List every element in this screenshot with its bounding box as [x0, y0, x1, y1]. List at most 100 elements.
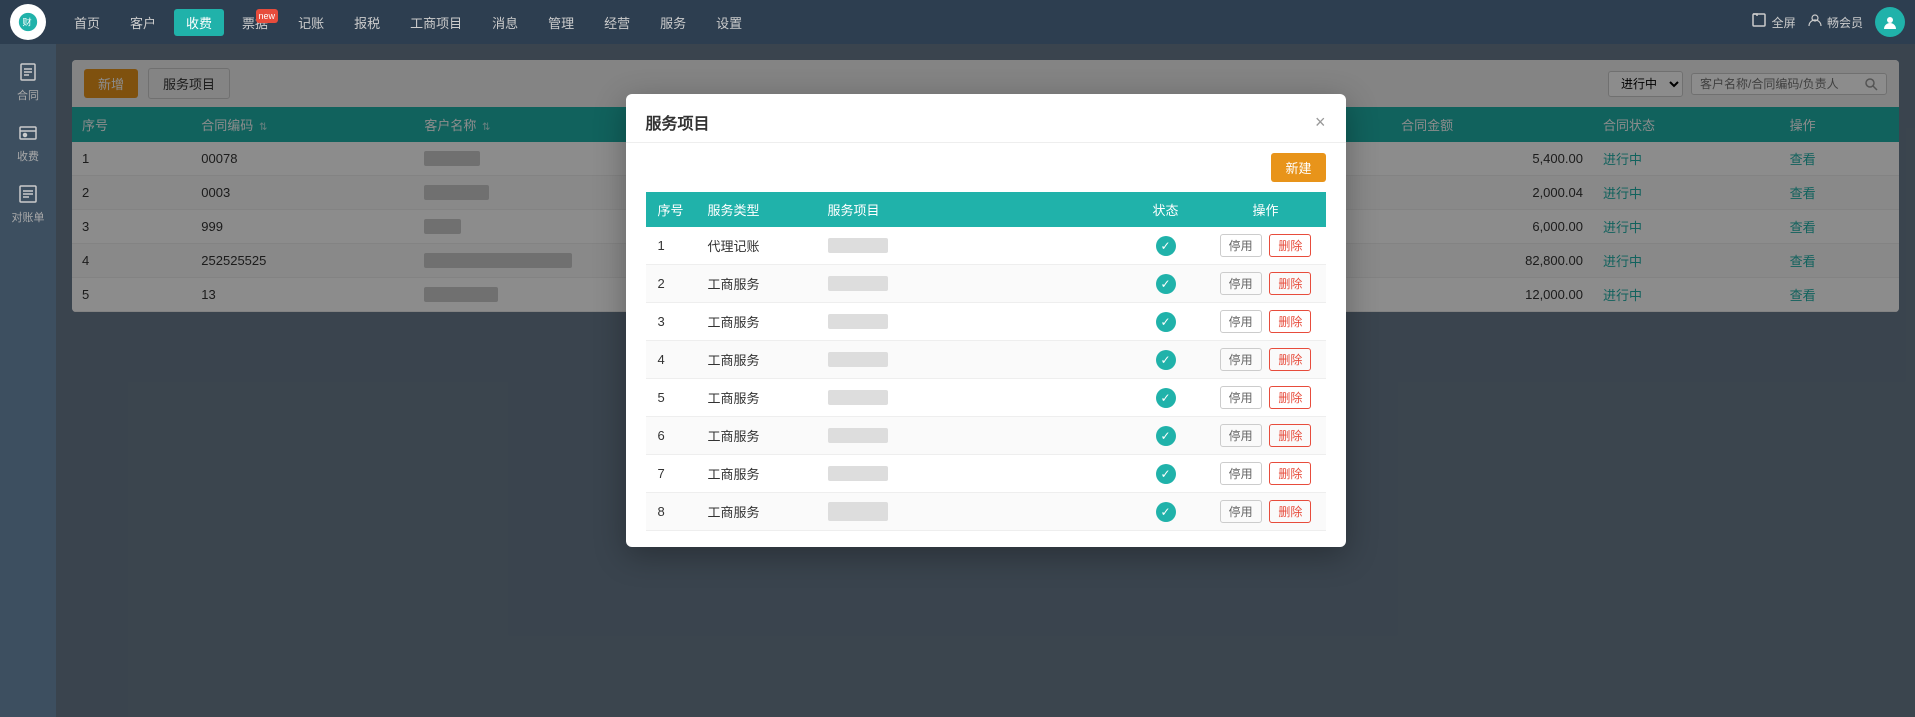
member-btn[interactable]: 畅会员 — [1808, 13, 1863, 31]
stop-button[interactable]: 停用 — [1220, 348, 1262, 371]
new-badge: new — [256, 9, 279, 23]
dcell-status: ✓ — [1126, 379, 1206, 417]
stop-button[interactable]: 停用 — [1220, 310, 1262, 333]
status-active-icon: ✓ — [1156, 464, 1176, 484]
dcell-status: ✓ — [1126, 227, 1206, 265]
delete-button[interactable]: 删除 — [1269, 386, 1311, 409]
dcell-seq: 5 — [646, 379, 696, 417]
content-area: 新增 服务项目 进行中 全部 已终止 — [56, 44, 1915, 717]
svg-text:财: 财 — [23, 17, 32, 28]
avatar[interactable] — [1875, 7, 1905, 37]
nav-items: 首页 客户 收费 票据 new 记账 报税 工商项目 消息 管理 经营 服务 设… — [62, 9, 1752, 36]
delete-button[interactable]: 删除 — [1269, 234, 1311, 257]
dialog-body: 序号 服务类型 服务项目 状态 操作 1 代理记账 ████1 ✓ 停用 — [626, 192, 1346, 547]
dcell-status: ✓ — [1126, 417, 1206, 455]
dialog-table-row: 4 工商服务 ██ ✓ 停用 删除 — [646, 341, 1326, 379]
delete-button[interactable]: 删除 — [1269, 424, 1311, 447]
delete-button[interactable]: 删除 — [1269, 310, 1311, 333]
dcell-action: 停用 删除 — [1206, 417, 1326, 455]
nav-message[interactable]: 消息 — [480, 9, 530, 36]
dcell-item: ████1 — [816, 227, 1126, 265]
dcell-type: 工商服务 — [696, 265, 816, 303]
dialog-close-button[interactable]: × — [1315, 112, 1326, 133]
stop-button[interactable]: 停用 — [1220, 462, 1262, 485]
dcell-action: 停用 删除 — [1206, 227, 1326, 265]
sidebar-item-contract[interactable]: 合同 — [3, 54, 53, 111]
dcell-action: 停用 删除 — [1206, 341, 1326, 379]
dcell-action: 停用 删除 — [1206, 493, 1326, 531]
dcol-type: 服务类型 — [696, 192, 816, 227]
stop-button[interactable]: 停用 — [1220, 500, 1262, 523]
dialog: 服务项目 × 新建 序号 服务类型 服务项目 状态 — [626, 94, 1346, 547]
dialog-table-row: 8 工商服务 ██注册 ✓ 停用 删除 — [646, 493, 1326, 531]
dcell-item: ████ — [816, 303, 1126, 341]
dcell-type: 工商服务 — [696, 455, 816, 493]
dialog-title: 服务项目 — [646, 110, 710, 134]
dialog-table-row: 2 工商服务 ████ ✓ 停用 删除 — [646, 265, 1326, 303]
delete-button[interactable]: 删除 — [1269, 272, 1311, 295]
dcell-type: 代理记账 — [696, 227, 816, 265]
dialog-table-row: 7 工商服务 ███ ✓ 停用 删除 — [646, 455, 1326, 493]
status-active-icon: ✓ — [1156, 236, 1176, 256]
dialog-table-row: 6 工商服务 █████ ✓ 停用 删除 — [646, 417, 1326, 455]
status-active-icon: ✓ — [1156, 388, 1176, 408]
stop-button[interactable]: 停用 — [1220, 234, 1262, 257]
dcell-type: 工商服务 — [696, 341, 816, 379]
dcell-type: 工商服务 — [696, 493, 816, 531]
delete-button[interactable]: 删除 — [1269, 462, 1311, 485]
nav-settings[interactable]: 设置 — [704, 9, 754, 36]
nav-right: 全屏 畅会员 — [1752, 7, 1905, 37]
nav-operation[interactable]: 经营 — [592, 9, 642, 36]
dcol-seq: 序号 — [646, 192, 696, 227]
dcell-seq: 8 — [646, 493, 696, 531]
sidebar-item-statement[interactable]: 对账单 — [3, 176, 53, 233]
dialog-table-row: 5 工商服务 ███ ✓ 停用 删除 — [646, 379, 1326, 417]
dcell-item: ████ — [816, 265, 1126, 303]
dcell-seq: 7 — [646, 455, 696, 493]
dcell-item: ██ — [816, 341, 1126, 379]
dcell-item: ██注册 — [816, 493, 1126, 531]
dcell-action: 停用 删除 — [1206, 265, 1326, 303]
nav-service[interactable]: 服务 — [648, 9, 698, 36]
dialog-header: 服务项目 × — [626, 94, 1346, 143]
delete-button[interactable]: 删除 — [1269, 348, 1311, 371]
fullscreen-btn[interactable]: 全屏 — [1752, 13, 1795, 31]
stop-button[interactable]: 停用 — [1220, 386, 1262, 409]
dcell-type: 工商服务 — [696, 417, 816, 455]
nav-fee[interactable]: 收费 — [174, 9, 224, 36]
dcell-status: ✓ — [1126, 265, 1206, 303]
nav-tax[interactable]: 报税 — [342, 9, 392, 36]
dcell-action: 停用 删除 — [1206, 379, 1326, 417]
nav-bookkeeping[interactable]: 记账 — [286, 9, 336, 36]
delete-button[interactable]: 删除 — [1269, 500, 1311, 523]
nav-business[interactable]: 工商项目 — [398, 9, 474, 36]
stop-button[interactable]: 停用 — [1220, 424, 1262, 447]
dcell-seq: 2 — [646, 265, 696, 303]
nav-customer[interactable]: 客户 — [118, 9, 168, 36]
dcell-seq: 6 — [646, 417, 696, 455]
dialog-new-button[interactable]: 新建 — [1271, 153, 1325, 182]
dcell-seq: 4 — [646, 341, 696, 379]
sidebar-item-fee[interactable]: 收费 — [3, 115, 53, 172]
dialog-table-row: 3 工商服务 ████ ✓ 停用 删除 — [646, 303, 1326, 341]
sidebar-label-statement: 对账单 — [7, 209, 49, 225]
modal-overlay: 服务项目 × 新建 序号 服务类型 服务项目 状态 — [56, 44, 1915, 717]
app-logo: 财 — [10, 4, 46, 40]
nav-home[interactable]: 首页 — [62, 9, 112, 36]
dcell-seq: 1 — [646, 227, 696, 265]
status-active-icon: ✓ — [1156, 350, 1176, 370]
dcol-item: 服务项目 — [816, 192, 1126, 227]
dcell-seq: 3 — [646, 303, 696, 341]
nav-manage[interactable]: 管理 — [536, 9, 586, 36]
top-nav: 财 首页 客户 收费 票据 new 记账 报税 工商项目 消息 管理 经营 服务… — [0, 0, 1915, 44]
dcell-action: 停用 删除 — [1206, 455, 1326, 493]
dcell-type: 工商服务 — [696, 379, 816, 417]
stop-button[interactable]: 停用 — [1220, 272, 1262, 295]
dcell-status: ✓ — [1126, 303, 1206, 341]
dcol-action: 操作 — [1206, 192, 1326, 227]
dcell-status: ✓ — [1126, 341, 1206, 379]
status-active-icon: ✓ — [1156, 312, 1176, 332]
nav-invoice[interactable]: 票据 new — [230, 9, 280, 36]
sidebar-label-contract: 合同 — [7, 87, 49, 103]
dialog-table-row: 1 代理记账 ████1 ✓ 停用 删除 — [646, 227, 1326, 265]
